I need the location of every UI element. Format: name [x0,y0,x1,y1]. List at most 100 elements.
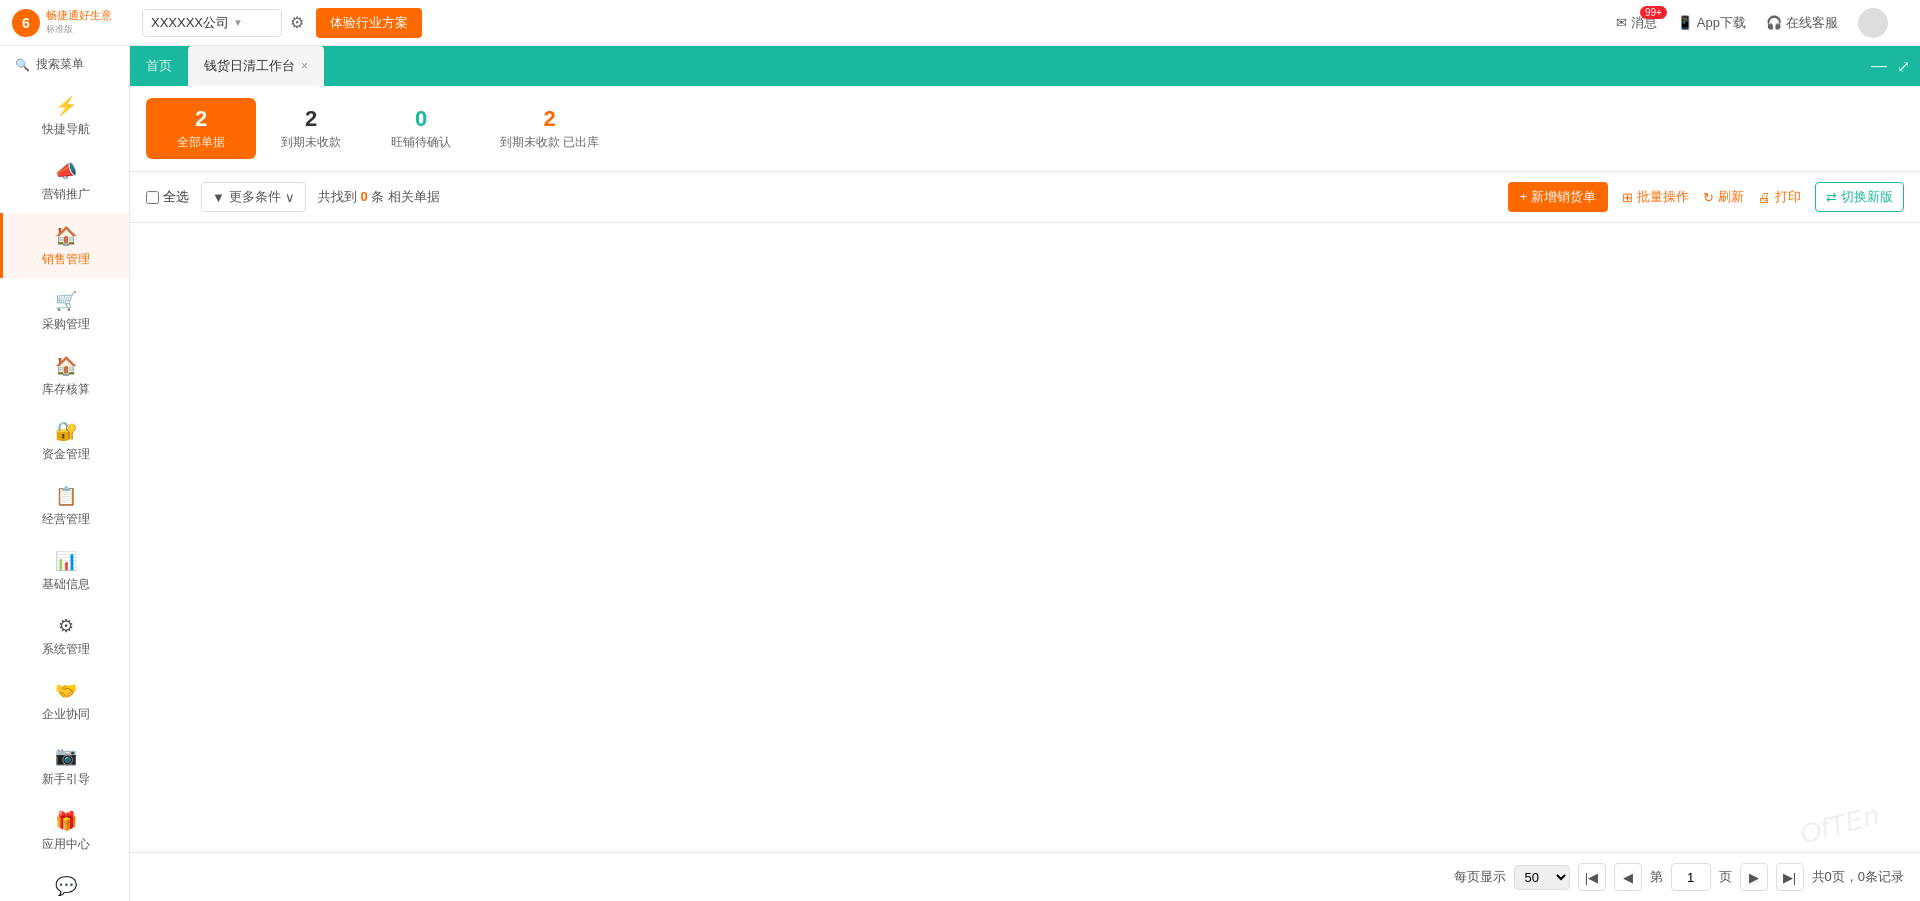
toolbar-right: + 新增销货单 ⊞ 批量操作 ↻ 刷新 🖨 打印 ⇄ [1508,182,1904,212]
switch-label: 切换新版 [1841,188,1893,206]
select-all-label: 全选 [163,188,189,206]
sidebar-item-purchase[interactable]: 🛒 采购管理 [0,278,129,343]
stat-pending[interactable]: 0 旺铺待确认 [366,98,476,159]
logo-icon: 6 [12,9,40,37]
sidebar-item-app-center[interactable]: 🎁 应用中心 [0,798,129,863]
stat-overdue-label: 到期未收款 [281,134,341,151]
inventory-icon: 🏠 [55,355,77,377]
found-count: 0 [361,189,368,204]
sidebar-label-inventory: 库存核算 [42,381,90,398]
print-button[interactable]: 🖨 打印 [1758,188,1801,206]
header-right: ✉ 消息 99+ 📱 App下载 🎧 在线客服 [1616,8,1908,38]
base-info-icon: 📊 [55,550,77,572]
sidebar-item-enterprise[interactable]: 🤝 企业协同 [0,668,129,733]
last-page-button[interactable]: ▶| [1776,863,1804,891]
filter-icon: ▼ [212,190,225,205]
stat-all-label: 全部单据 [177,134,225,151]
refresh-label: 刷新 [1718,188,1744,206]
company-name: XXXXXX公司 [151,14,229,32]
next-page-button[interactable]: ▶ [1740,863,1768,891]
sidebar-label-base-info: 基础信息 [42,576,90,593]
sidebar-item-base-info[interactable]: 📊 基础信息 [0,538,129,603]
batch-label: 批量操作 [1637,188,1689,206]
content-area: 2 全部单据 2 到期未收款 0 旺铺待确认 2 到期未收款 已出库 [130,86,1920,901]
tab-workbench[interactable]: 钱货日清工作台 × [188,46,324,86]
sidebar-item-guide[interactable]: 📷 新手引导 [0,733,129,798]
more-filter-button[interactable]: ▼ 更多条件 ∨ [201,182,306,212]
app-download-icon: 📱 [1677,15,1693,30]
try-plan-button[interactable]: 体验行业方案 [316,8,422,38]
sidebar-item-operation[interactable]: 📋 经营管理 [0,473,129,538]
stat-overdue[interactable]: 2 到期未收款 [256,98,366,159]
tab-bar: 首页 钱货日清工作台 × — ⤢ [130,46,1920,86]
settings-icon[interactable]: ⚙ [290,13,304,32]
sales-icon: 🏠 [55,225,77,247]
sidebar-item-sales[interactable]: 🏠 销售管理 [0,213,129,278]
tab-home[interactable]: 首页 [130,46,188,86]
switch-new-button[interactable]: ⇄ 切换新版 [1815,182,1904,212]
marketing-icon: 📣 [55,160,77,182]
tab-minimize-icon[interactable]: — [1871,57,1887,75]
online-service-action[interactable]: 🎧 在线客服 [1766,14,1838,32]
sidebar: 🔍 搜索菜单 ⚡ 快捷导航 📣 营销推广 🏠 销售管理 🛒 采购管理 🏠 库存核… [0,46,130,901]
stat-overdue-number: 2 [305,106,317,132]
logo-area: 6 畅捷通好生意 标准版 [12,9,142,37]
switch-icon: ⇄ [1826,190,1837,205]
sidebar-label-operation: 经营管理 [42,511,90,528]
table-area [130,223,1920,852]
tab-expand-icon[interactable]: ⤢ [1897,57,1910,76]
app-download-action[interactable]: 📱 App下载 [1677,14,1746,32]
print-icon: 🖨 [1758,190,1771,205]
per-page-select[interactable]: 50 100 200 [1514,865,1570,890]
refresh-button[interactable]: ↻ 刷新 [1703,188,1744,206]
app-download-label: App下载 [1697,14,1746,32]
pagination: 每页显示 50 100 200 |◀ ◀ 第 页 ▶ ▶| 共0页，0条记录 [130,852,1920,901]
sidebar-item-sys-mgmt[interactable]: ⚙ 系统管理 [0,603,129,668]
guide-icon: 📷 [55,745,77,767]
stat-pending-number: 0 [415,106,427,132]
page-label: 第 [1650,868,1663,886]
finance-icon: 🔐 [55,420,77,442]
stat-shipped[interactable]: 2 到期未收款 已出库 [476,98,623,159]
sidebar-search[interactable]: 🔍 搜索菜单 [0,46,129,83]
total-info: 共0页，0条记录 [1812,868,1904,886]
select-all-area[interactable]: 全选 [146,188,189,206]
sidebar-item-quick-nav[interactable]: ⚡ 快捷导航 [0,83,129,148]
company-selector[interactable]: XXXXXX公司 ▼ [142,9,282,37]
avatar[interactable] [1858,8,1888,38]
first-page-button[interactable]: |◀ [1578,863,1606,891]
operation-icon: 📋 [55,485,77,507]
sidebar-item-weixin[interactable]: 💬 企业微信 [0,863,129,901]
service-icon: 🎧 [1766,15,1782,30]
filter-dropdown-icon: ∨ [285,190,295,205]
logo-text: 畅捷通好生意 [46,9,112,22]
sidebar-label-purchase: 采购管理 [42,316,90,333]
select-all-checkbox[interactable] [146,191,159,204]
batch-action-button[interactable]: ⊞ 批量操作 [1622,188,1689,206]
tab-close-icon[interactable]: × [301,59,308,73]
toolbar: 全选 ▼ 更多条件 ∨ 共找到 0 条 相关单据 + 新增销货单 ⊞ [130,172,1920,223]
main-content: 首页 钱货日清工作台 × — ⤢ 2 全部单据 2 到期未收款 [130,46,1920,901]
quick-nav-icon: ⚡ [55,95,77,117]
sidebar-item-finance[interactable]: 🔐 资金管理 [0,408,129,473]
stat-all[interactable]: 2 全部单据 [146,98,256,159]
weixin-icon: 💬 [55,875,77,897]
message-action[interactable]: ✉ 消息 99+ [1616,14,1657,32]
layout: 🔍 搜索菜单 ⚡ 快捷导航 📣 营销推广 🏠 销售管理 🛒 采购管理 🏠 库存核… [0,46,1920,901]
app-center-icon: 🎁 [55,810,77,832]
new-sales-button[interactable]: + 新增销货单 [1508,182,1608,212]
prev-page-button[interactable]: ◀ [1614,863,1642,891]
sidebar-label-app-center: 应用中心 [42,836,90,853]
search-icon: 🔍 [15,58,30,72]
stat-shipped-label: 到期未收款 已出库 [500,134,599,151]
company-dropdown-icon: ▼ [233,17,243,28]
enterprise-icon: 🤝 [55,680,77,702]
page-input[interactable] [1671,863,1711,891]
sidebar-item-marketing[interactable]: 📣 营销推广 [0,148,129,213]
per-page-label: 每页显示 [1454,868,1506,886]
stats-row: 2 全部单据 2 到期未收款 0 旺铺待确认 2 到期未收款 已出库 [130,86,1920,172]
sidebar-label-quick-nav: 快捷导航 [42,121,90,138]
search-label: 搜索菜单 [36,56,84,73]
sidebar-item-inventory[interactable]: 🏠 库存核算 [0,343,129,408]
sidebar-label-guide: 新手引导 [42,771,90,788]
